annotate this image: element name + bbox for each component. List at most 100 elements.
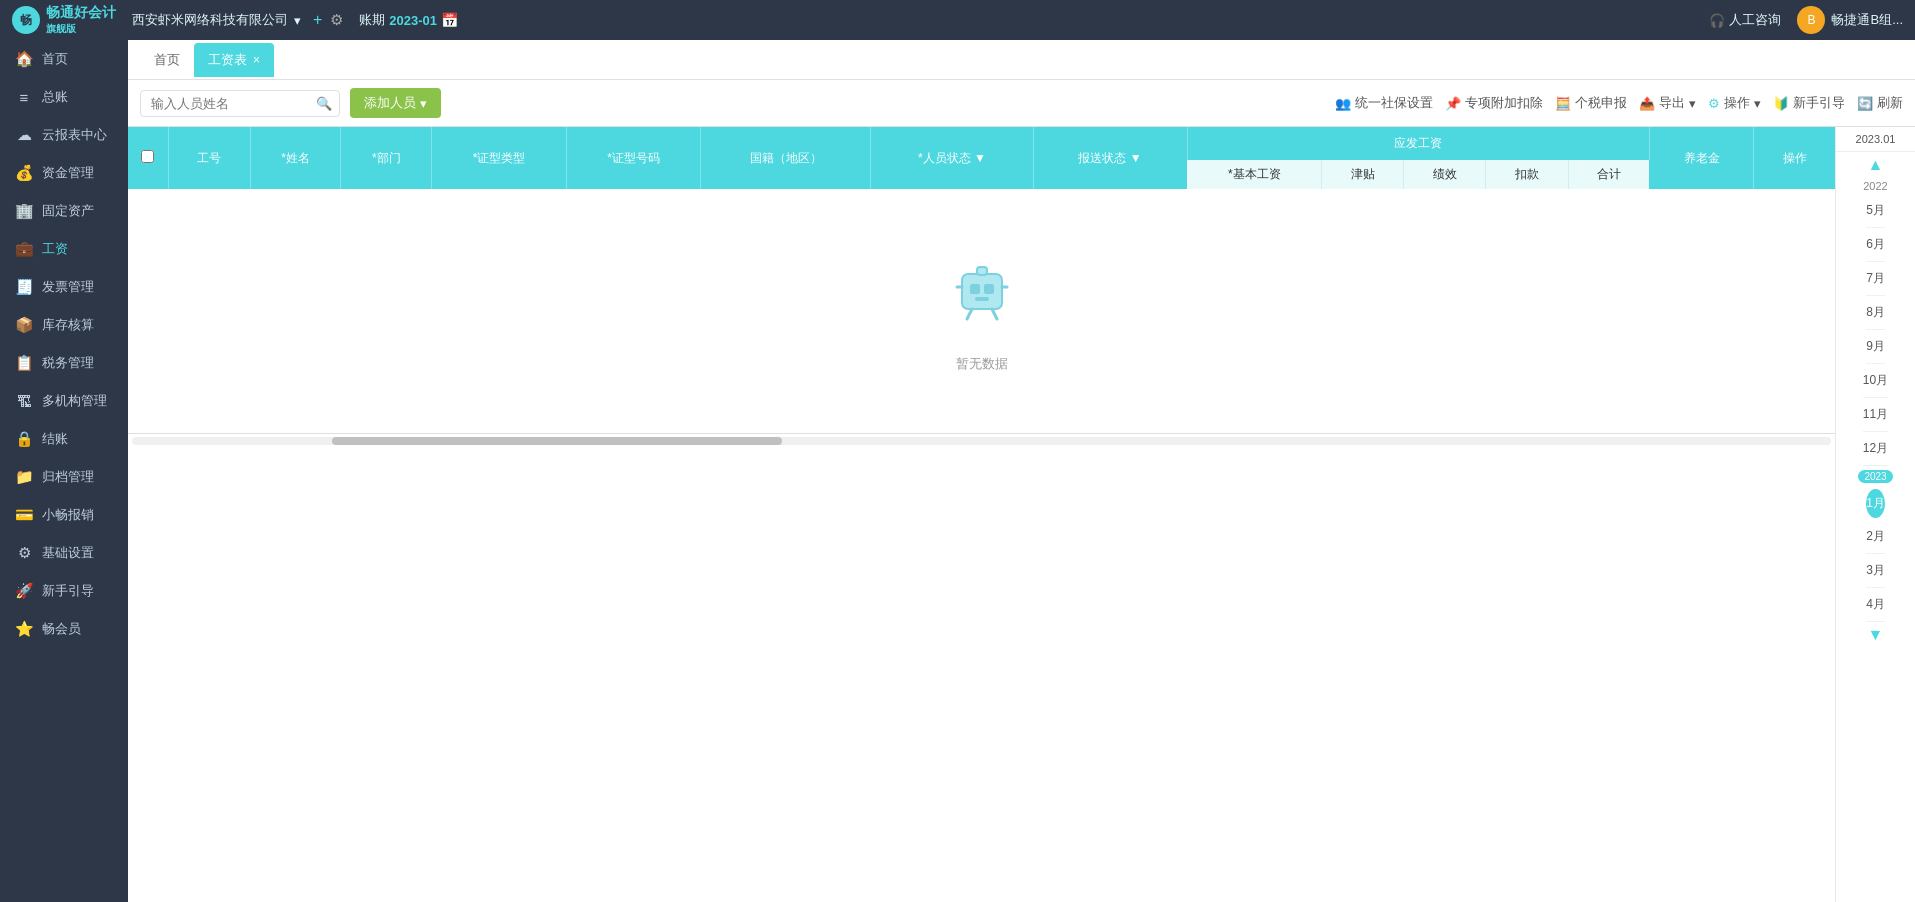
header-right: 🎧 人工咨询 B 畅捷通B组...	[1709, 6, 1903, 34]
calendar-icon[interactable]: 📅	[441, 12, 458, 28]
sidebar-item-member[interactable]: ⭐ 畅会员	[0, 610, 128, 648]
date-panel-period-label: 2023.01	[1836, 133, 1915, 145]
sidebar-label-tax: 税务管理	[42, 354, 94, 372]
social-insurance-button[interactable]: 👥 统一社保设置	[1335, 94, 1433, 112]
sidebar-item-home[interactable]: 🏠 首页	[0, 40, 128, 78]
personal-tax-button[interactable]: 🧮 个税申报	[1555, 94, 1627, 112]
tab-home[interactable]: 首页	[140, 43, 194, 77]
inventory-icon: 📦	[14, 316, 34, 334]
company-dropdown-icon[interactable]: ▾	[294, 13, 301, 28]
settings-icon[interactable]: ⚙	[330, 11, 343, 29]
sidebar-item-archive[interactable]: 📁 归档管理	[0, 458, 128, 496]
sidebar-item-expense[interactable]: 💳 小畅报销	[0, 496, 128, 534]
accounting-period[interactable]: 账期 2023-01 📅	[359, 11, 458, 29]
month-2022-10[interactable]: 10月	[1863, 364, 1888, 398]
company-selector[interactable]: 西安虾米网络科技有限公司 ▾	[132, 11, 301, 29]
sidebar-label-settings: 基础设置	[42, 544, 94, 562]
sidebar-item-settings[interactable]: ⚙ 基础设置	[0, 534, 128, 572]
horizontal-scrollbar[interactable]	[128, 433, 1835, 447]
sidebar-item-ledger[interactable]: ≡ 总账	[0, 78, 128, 116]
sidebar-label-multi-org: 多机构管理	[42, 392, 107, 410]
sidebar-label-guide: 新手引导	[42, 582, 94, 600]
special-deduction-icon: 📌	[1445, 96, 1461, 111]
tab-close-icon[interactable]: ×	[253, 53, 260, 67]
year-2023-badge: 2023	[1858, 470, 1892, 483]
fixed-assets-icon: 🏢	[14, 202, 34, 220]
sidebar-label-archive: 归档管理	[42, 468, 94, 486]
select-all-input[interactable]	[141, 150, 154, 163]
sidebar-item-inventory[interactable]: 📦 库存核算	[0, 306, 128, 344]
month-2023-1[interactable]: 1月	[1866, 489, 1885, 518]
sidebar-item-cloud-report[interactable]: ☁ 云报表中心	[0, 116, 128, 154]
date-nav-up[interactable]: ▲	[1868, 152, 1884, 178]
support-button[interactable]: 🎧 人工咨询	[1709, 11, 1781, 29]
guide-button[interactable]: 🔰 新手引导	[1773, 94, 1845, 112]
month-2023-2[interactable]: 2月	[1866, 520, 1885, 554]
svg-rect-1	[970, 284, 980, 294]
close-period-icon: 🔒	[14, 430, 34, 448]
operations-icon: ⚙	[1708, 96, 1720, 111]
month-2023-4[interactable]: 4月	[1866, 588, 1885, 622]
month-2022-5[interactable]: 5月	[1866, 194, 1885, 228]
search-icon: 🔍	[316, 96, 332, 111]
month-2022-8[interactable]: 8月	[1866, 296, 1885, 330]
sidebar-item-invoice[interactable]: 🧾 发票管理	[0, 268, 128, 306]
date-nav-down[interactable]: ▼	[1868, 622, 1884, 648]
add-company-icon[interactable]: +	[313, 11, 322, 29]
tab-salary-label: 工资表	[208, 51, 247, 69]
social-insurance-label: 统一社保设置	[1355, 94, 1433, 112]
special-deduction-button[interactable]: 📌 专项附加扣除	[1445, 94, 1543, 112]
svg-rect-4	[977, 267, 987, 275]
logo-subtitle: 旗舰版	[46, 22, 116, 36]
refresh-icon: 🔄	[1857, 96, 1873, 111]
app-header: 畅 畅通好会计 旗舰版 西安虾米网络科技有限公司 ▾ + ⚙ 账期 2023-0…	[0, 0, 1915, 40]
user-area[interactable]: B 畅捷通B组...	[1797, 6, 1903, 34]
add-person-button[interactable]: 添加人员 ▾	[350, 88, 441, 118]
sidebar-item-salary[interactable]: 💼 工资	[0, 230, 128, 268]
col-report-status: 报送状态 ▼	[1033, 127, 1187, 189]
svg-rect-3	[975, 297, 989, 301]
logo-icon: 畅	[12, 6, 40, 34]
export-button[interactable]: 📤 导出 ▾	[1639, 94, 1696, 112]
report-filter-icon[interactable]: ▼	[1130, 151, 1142, 165]
search-wrap: 🔍	[140, 90, 340, 117]
month-2022-12[interactable]: 12月	[1863, 432, 1888, 466]
avatar: B	[1797, 6, 1825, 34]
sidebar-item-guide[interactable]: 🚀 新手引导	[0, 572, 128, 610]
sidebar-label-member: 畅会员	[42, 620, 81, 638]
invoice-icon: 🧾	[14, 278, 34, 296]
status-filter-icon[interactable]: ▼	[974, 151, 986, 165]
export-dropdown-icon: ▾	[1689, 96, 1696, 111]
month-2022-7[interactable]: 7月	[1866, 262, 1885, 296]
operations-button[interactable]: ⚙ 操作 ▾	[1708, 94, 1761, 112]
month-2022-6[interactable]: 6月	[1866, 228, 1885, 262]
period-label: 账期	[359, 11, 385, 29]
empty-illustration	[942, 249, 1022, 343]
search-input[interactable]	[140, 90, 340, 117]
multi-org-icon: 🏗	[14, 393, 34, 410]
sidebar-item-fixed-assets[interactable]: 🏢 固定资产	[0, 192, 128, 230]
operations-dropdown-icon: ▾	[1754, 96, 1761, 111]
sidebar-item-fund[interactable]: 💰 资金管理	[0, 154, 128, 192]
month-2022-9[interactable]: 9月	[1866, 330, 1885, 364]
scrollbar-track[interactable]	[132, 437, 1831, 445]
sidebar-label-cloud-report: 云报表中心	[42, 126, 107, 144]
guide-toolbar-icon: 🔰	[1773, 96, 1789, 111]
scrollbar-thumb[interactable]	[332, 437, 782, 445]
month-2022-11[interactable]: 11月	[1863, 398, 1888, 432]
period-value: 2023-01	[389, 13, 437, 28]
sidebar-label-inventory: 库存核算	[42, 316, 94, 334]
col-pension: 养老金	[1649, 127, 1753, 189]
select-all-checkbox[interactable]	[128, 127, 168, 189]
sidebar-item-tax[interactable]: 📋 税务管理	[0, 344, 128, 382]
sidebar-item-close[interactable]: 🔒 结账	[0, 420, 128, 458]
support-label: 人工咨询	[1729, 11, 1781, 29]
empty-icon-svg	[942, 249, 1022, 329]
refresh-button[interactable]: 🔄 刷新	[1857, 94, 1903, 112]
sidebar-item-multi-org[interactable]: 🏗 多机构管理	[0, 382, 128, 420]
year-2022-label: 2022	[1863, 178, 1887, 194]
special-deduction-label: 专项附加扣除	[1465, 94, 1543, 112]
tab-salary[interactable]: 工资表 ×	[194, 43, 274, 77]
salary-table-container: 工号 *姓名 *部门 *证型类型 *证型号码 国籍（地区） *人员状态 ▼	[128, 127, 1835, 902]
month-2023-3[interactable]: 3月	[1866, 554, 1885, 588]
